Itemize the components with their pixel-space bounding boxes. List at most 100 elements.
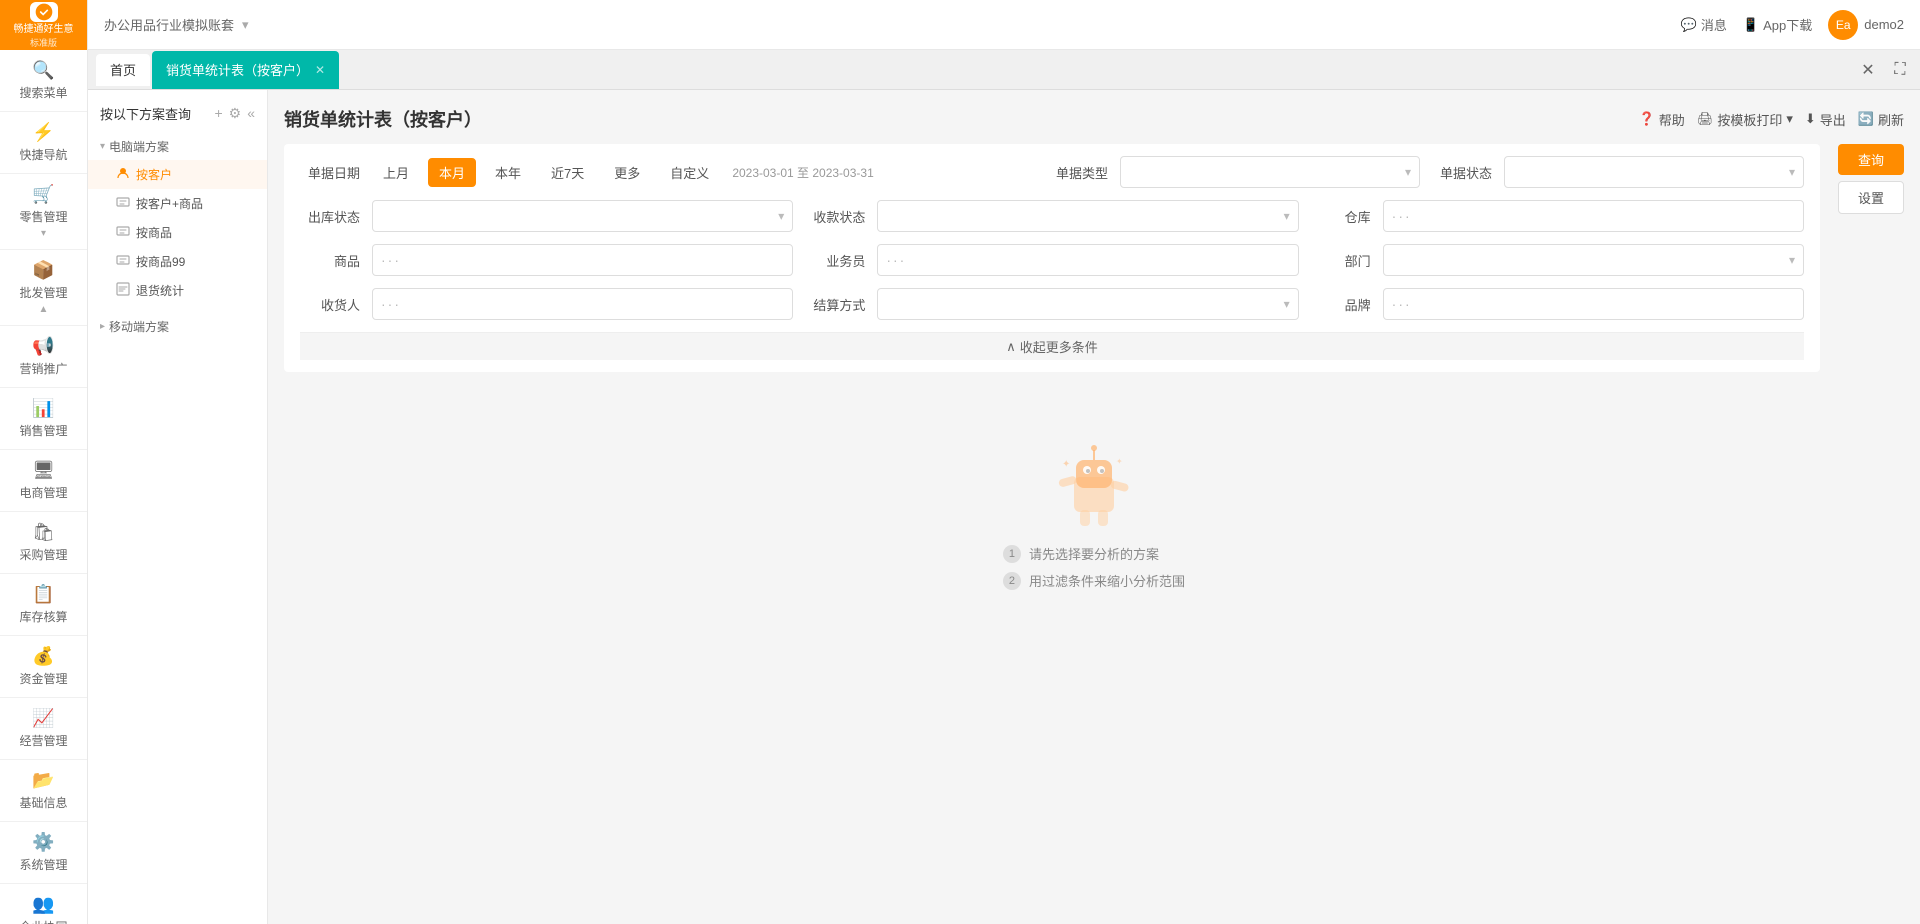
sidebar-item-by-customer-goods[interactable]: 按客户+商品 [88, 189, 267, 218]
sidebar-item-retail[interactable]: 🛒 零售管理 [0, 174, 87, 250]
help-button[interactable]: ❓ 帮助 [1639, 110, 1685, 129]
export-icon: ⬇ [1805, 111, 1816, 127]
out-status-select[interactable] [372, 200, 793, 232]
collapse-arrow-icon: ∧ [1006, 339, 1016, 355]
payment-method-chevron [1284, 297, 1290, 311]
brand-input[interactable]: ··· [1383, 288, 1804, 320]
sidebar-item-system[interactable]: ⚙️ 系统管理 [0, 822, 87, 884]
payment-status-select[interactable] [877, 200, 1298, 232]
top-header: 办公用品行业模拟账套 ▾ 💬 消息 📱 App下载 Ea demo2 [88, 0, 1920, 50]
sub-sidebar-settings-button[interactable]: ⚙ [229, 105, 242, 122]
order-status-chevron [1789, 165, 1795, 179]
app-download-button[interactable]: 📱 App下载 [1743, 15, 1812, 34]
tab-bar-right: ✕ ⛶ [1856, 58, 1912, 82]
order-type-select[interactable] [1120, 156, 1420, 188]
date-btn-this-month[interactable]: 本月 [428, 158, 476, 187]
return-stat-icon [116, 282, 130, 299]
mobile-group-label: 移动端方案 [109, 318, 169, 335]
by-goods-icon [116, 224, 130, 241]
sidebar-item-quick-nav[interactable]: ⚡ 快捷导航 [0, 112, 87, 174]
app-logo: 畅捷通好生意 标准版 [0, 0, 87, 50]
header-right: 💬 消息 📱 App下载 Ea demo2 [1681, 10, 1904, 40]
by-customer-goods-icon [116, 195, 130, 212]
tab-sales-stat[interactable]: 销货单统计表（按客户） ✕ [152, 51, 339, 89]
sidebar-item-wholesale[interactable]: 📦 批发管理 ▲ [0, 250, 87, 326]
by-goods-label: 按商品 [136, 224, 172, 241]
template-print-button[interactable]: 🖨 按模板打印 ▾ [1697, 110, 1793, 129]
recipient-label: 收货人 [300, 295, 360, 314]
sub-sidebar-add-button[interactable]: + [214, 105, 222, 122]
refresh-button[interactable]: 🔄 刷新 [1858, 110, 1904, 129]
salesperson-input[interactable]: ··· [877, 244, 1298, 276]
sidebar-item-finance-label: 资金管理 [19, 670, 67, 687]
sidebar-item-inventory-label: 库存核算 [19, 608, 67, 625]
sidebar-group-desktop-header[interactable]: ▾ 电脑端方案 [88, 133, 267, 160]
sidebar-item-return-stat[interactable]: 退货统计 [88, 276, 267, 305]
settings-button[interactable]: 设置 [1838, 181, 1904, 214]
payment-method-select[interactable] [877, 288, 1298, 320]
message-button[interactable]: 💬 消息 [1681, 15, 1727, 34]
logo-text: 畅捷通好生意 [14, 24, 74, 36]
message-label: 消息 [1701, 15, 1727, 34]
hint-text-1: 请先选择要分析的方案 [1029, 544, 1159, 563]
warehouse-input[interactable]: ··· [1383, 200, 1804, 232]
wholesale-chevron: ▲ [39, 304, 49, 315]
retail-icon: 🛒 [32, 184, 54, 205]
sidebar-item-search[interactable]: 🔍 搜索菜单 [0, 50, 87, 112]
date-btn-more[interactable]: 更多 [603, 158, 651, 187]
sub-sidebar-actions: + ⚙ « [214, 105, 255, 122]
sidebar-item-marketing[interactable]: 📢 营销推广 [0, 326, 87, 388]
sidebar-item-by-goods-99[interactable]: 按商品99 [88, 247, 267, 276]
payment-status-label: 收款状态 [805, 207, 865, 226]
by-customer-goods-label: 按客户+商品 [136, 195, 203, 212]
filter-section-wrapper: 单据日期 上月 本月 本年 近7天 [284, 144, 1904, 372]
order-type-chevron [1405, 165, 1411, 179]
sidebar-item-ecommerce[interactable]: 🖥 电商管理 [0, 450, 87, 512]
sidebar-item-sales[interactable]: 📊 销售管理 [0, 388, 87, 450]
sidebar-item-operation[interactable]: 📈 经营管理 [0, 698, 87, 760]
recipient-input[interactable]: ··· [372, 288, 793, 320]
sidebar-item-enterprise-label: 企业协同 [19, 918, 67, 924]
sidebar-item-finance[interactable]: 💰 资金管理 [0, 636, 87, 698]
order-status-label: 单据状态 [1432, 163, 1492, 182]
finance-icon: 💰 [32, 646, 54, 667]
department-select[interactable] [1383, 244, 1804, 276]
sidebar-item-basic[interactable]: 📂 基础信息 [0, 760, 87, 822]
order-status-select[interactable] [1504, 156, 1804, 188]
enterprise-icon: 👥 [32, 894, 54, 915]
main-area: 办公用品行业模拟账套 ▾ 💬 消息 📱 App下载 Ea demo2 首页 [88, 0, 1920, 924]
export-button[interactable]: ⬇ 导出 [1805, 110, 1846, 129]
date-btn-last-month[interactable]: 上月 [372, 158, 420, 187]
mobile-group-arrow: ▸ [100, 321, 105, 332]
sidebar-item-purchase[interactable]: 🛍 采购管理 [0, 512, 87, 574]
goods-label: 商品 [300, 251, 360, 270]
user-name: demo2 [1864, 17, 1904, 32]
window-close-button[interactable]: ✕ [1856, 58, 1880, 82]
sub-sidebar-title-label: 按以下方案查询 [100, 104, 191, 123]
sidebar-item-enterprise[interactable]: 👥 企业协同 [0, 884, 87, 924]
query-button[interactable]: 查询 [1838, 144, 1904, 175]
avatar-text: Ea [1836, 18, 1851, 32]
sidebar-group-mobile: ▸ 移动端方案 [88, 309, 267, 344]
order-type-label: 单据类型 [1048, 163, 1108, 182]
salesperson-dots: ··· [886, 252, 906, 268]
filter-section: 单据日期 上月 本月 本年 近7天 [284, 144, 1820, 372]
return-stat-label: 退货统计 [136, 282, 184, 299]
tab-home[interactable]: 首页 [96, 54, 150, 86]
collapse-row[interactable]: ∧ 收起更多条件 [300, 332, 1804, 360]
date-btn-custom[interactable]: 自定义 [659, 158, 720, 187]
date-btn-this-year[interactable]: 本年 [484, 158, 532, 187]
user-profile-button[interactable]: Ea demo2 [1828, 10, 1904, 40]
content-area: 销货单统计表（按客户） ❓ 帮助 🖨 按模板打印 ▾ ⬇ 导出 [268, 90, 1920, 924]
sidebar-group-mobile-header[interactable]: ▸ 移动端方案 [88, 313, 267, 340]
goods-input[interactable]: ··· [372, 244, 793, 276]
sidebar-item-by-customer[interactable]: 按客户 [88, 160, 267, 189]
sidebar-item-by-goods[interactable]: 按商品 [88, 218, 267, 247]
window-maximize-button[interactable]: ⛶ [1888, 58, 1912, 82]
sidebar-item-marketing-label: 营销推广 [19, 360, 67, 377]
tab-close-icon[interactable]: ✕ [315, 63, 325, 77]
date-btn-7days[interactable]: 近7天 [540, 158, 595, 187]
hint-num-2: 2 [1003, 572, 1021, 590]
sidebar-item-inventory[interactable]: 📋 库存核算 [0, 574, 87, 636]
sub-sidebar-collapse-button[interactable]: « [247, 105, 255, 122]
